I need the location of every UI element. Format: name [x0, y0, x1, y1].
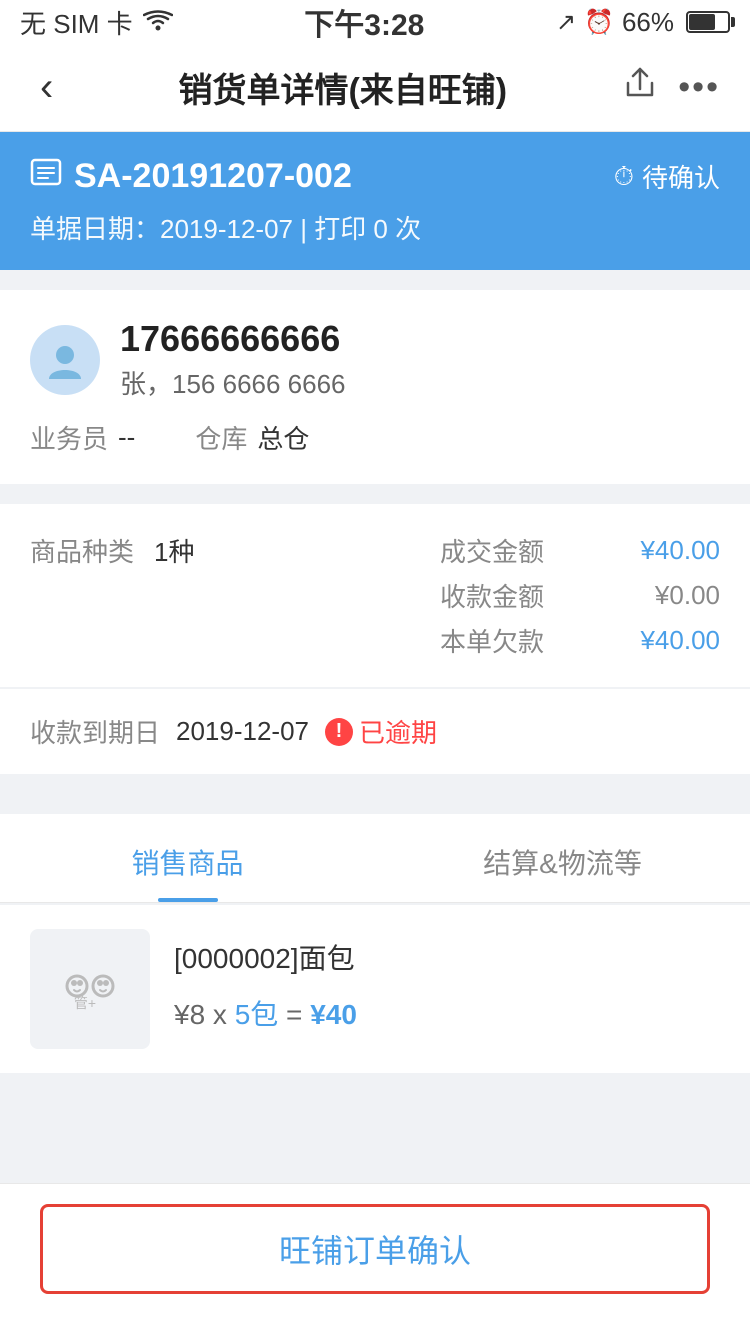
svg-text:管+: 管+: [74, 995, 96, 1011]
warehouse-label: 仓库: [195, 419, 247, 456]
tab-settlement[interactable]: 结算&物流等: [375, 814, 750, 902]
salesman-info: 业务员 --: [30, 419, 135, 456]
status-text: 待确认: [642, 158, 720, 195]
order-status: ⏱ 待确认: [614, 158, 720, 195]
tabs-container: 销售商品 结算&物流等: [0, 814, 750, 903]
order-id-icon: [30, 156, 62, 197]
product-total: ¥40: [310, 999, 357, 1030]
overdue-icon: !: [325, 718, 353, 746]
avatar: [30, 325, 100, 395]
back-button[interactable]: ‹: [30, 55, 63, 120]
location-icon: ↗: [556, 8, 576, 37]
tab-products[interactable]: 销售商品: [0, 814, 375, 902]
received-label: 收款金额: [440, 577, 544, 614]
status-bar: 无 SIM 卡 下午3:28 ↗ ⏰ 66%: [0, 0, 750, 44]
owed-amount-row: 本单欠款 ¥40.00: [440, 622, 720, 659]
confirm-order-button[interactable]: 旺铺订单确认: [40, 1204, 710, 1294]
due-date-value: 2019-12-07: [176, 716, 309, 747]
product-type-value: 1种: [154, 532, 194, 569]
divider-1: [0, 484, 750, 504]
overdue-text: 已逾期: [359, 713, 437, 750]
product-item: 管+ [0000002]面包 ¥8 x 5包 = ¥40: [30, 929, 720, 1049]
summary-card: 商品种类 1种 成交金额 ¥40.00 收款金额 ¥0.00 本单欠款 ¥40.…: [0, 504, 750, 687]
product-qty: 5包: [235, 999, 279, 1030]
transaction-amount-row: 成交金额 ¥40.00: [440, 532, 720, 569]
customer-card: 17666666666 张，156 6666 6666 业务员 -- 仓库 总仓: [0, 290, 750, 484]
product-name: [0000002]面包: [174, 937, 720, 977]
due-label: 收款到期日: [30, 713, 160, 750]
wifi-icon: [143, 7, 173, 38]
transaction-label: 成交金额: [440, 532, 544, 569]
product-price: ¥8 x 5包 = ¥40: [174, 993, 720, 1033]
time-label: 下午3:28: [304, 0, 424, 44]
product-list: 管+ [0000002]面包 ¥8 x 5包 = ¥40: [0, 905, 750, 1073]
order-header: SA-20191207-002 ⏱ 待确认 单据日期：2019-12-07 | …: [0, 132, 750, 270]
nav-actions: •••: [622, 65, 720, 110]
nav-bar: ‹ 销货单详情(来自旺铺) •••: [0, 44, 750, 132]
received-value: ¥0.00: [655, 580, 720, 611]
customer-name: 张，156 6666 6666: [120, 364, 346, 401]
order-date: 单据日期：2019-12-07 | 打印 0 次: [30, 209, 720, 246]
divider-2: [0, 774, 750, 794]
product-info: [0000002]面包 ¥8 x 5包 = ¥40: [174, 929, 720, 1033]
received-amount-row: 收款金额 ¥0.00: [440, 577, 720, 614]
transaction-value: ¥40.00: [640, 535, 720, 566]
page-title: 销货单详情(来自旺铺): [178, 63, 507, 112]
owed-label: 本单欠款: [440, 622, 544, 659]
product-unit-price: ¥8 x: [174, 999, 235, 1030]
share-button[interactable]: [622, 65, 658, 110]
warehouse-value: 总仓: [257, 419, 309, 456]
carrier-label: 无 SIM 卡: [20, 4, 133, 41]
status-right: ↗ ⏰ 66%: [556, 7, 730, 38]
customer-phone: 17666666666: [120, 318, 346, 360]
warehouse-info: 仓库 总仓: [195, 419, 309, 456]
tab-active-indicator: [158, 898, 218, 902]
alarm-icon: ⏰: [584, 8, 614, 37]
confirm-order-label: 旺铺订单确认: [279, 1226, 471, 1272]
bottom-bar: 旺铺订单确认: [0, 1183, 750, 1334]
more-button[interactable]: •••: [678, 68, 720, 107]
product-type-label: 商品种类: [30, 532, 134, 569]
status-left: 无 SIM 卡: [20, 4, 173, 41]
due-date-card: 收款到期日 2019-12-07 ! 已逾期: [0, 689, 750, 774]
product-equals: =: [278, 999, 310, 1030]
salesman-label: 业务员: [30, 419, 108, 456]
order-id: SA-20191207-002: [30, 156, 352, 197]
owed-value: ¥40.00: [640, 625, 720, 656]
battery-percent: 66%: [622, 7, 674, 38]
product-thumbnail: 管+: [30, 929, 150, 1049]
tab-settlement-label: 结算&物流等: [483, 848, 642, 879]
status-clock-icon: ⏱: [614, 161, 634, 193]
overdue-badge: ! 已逾期: [325, 713, 437, 750]
tab-products-label: 销售商品: [131, 848, 243, 879]
order-id-text: SA-20191207-002: [74, 157, 352, 196]
battery-icon: [686, 11, 730, 33]
salesman-value: --: [118, 422, 135, 453]
